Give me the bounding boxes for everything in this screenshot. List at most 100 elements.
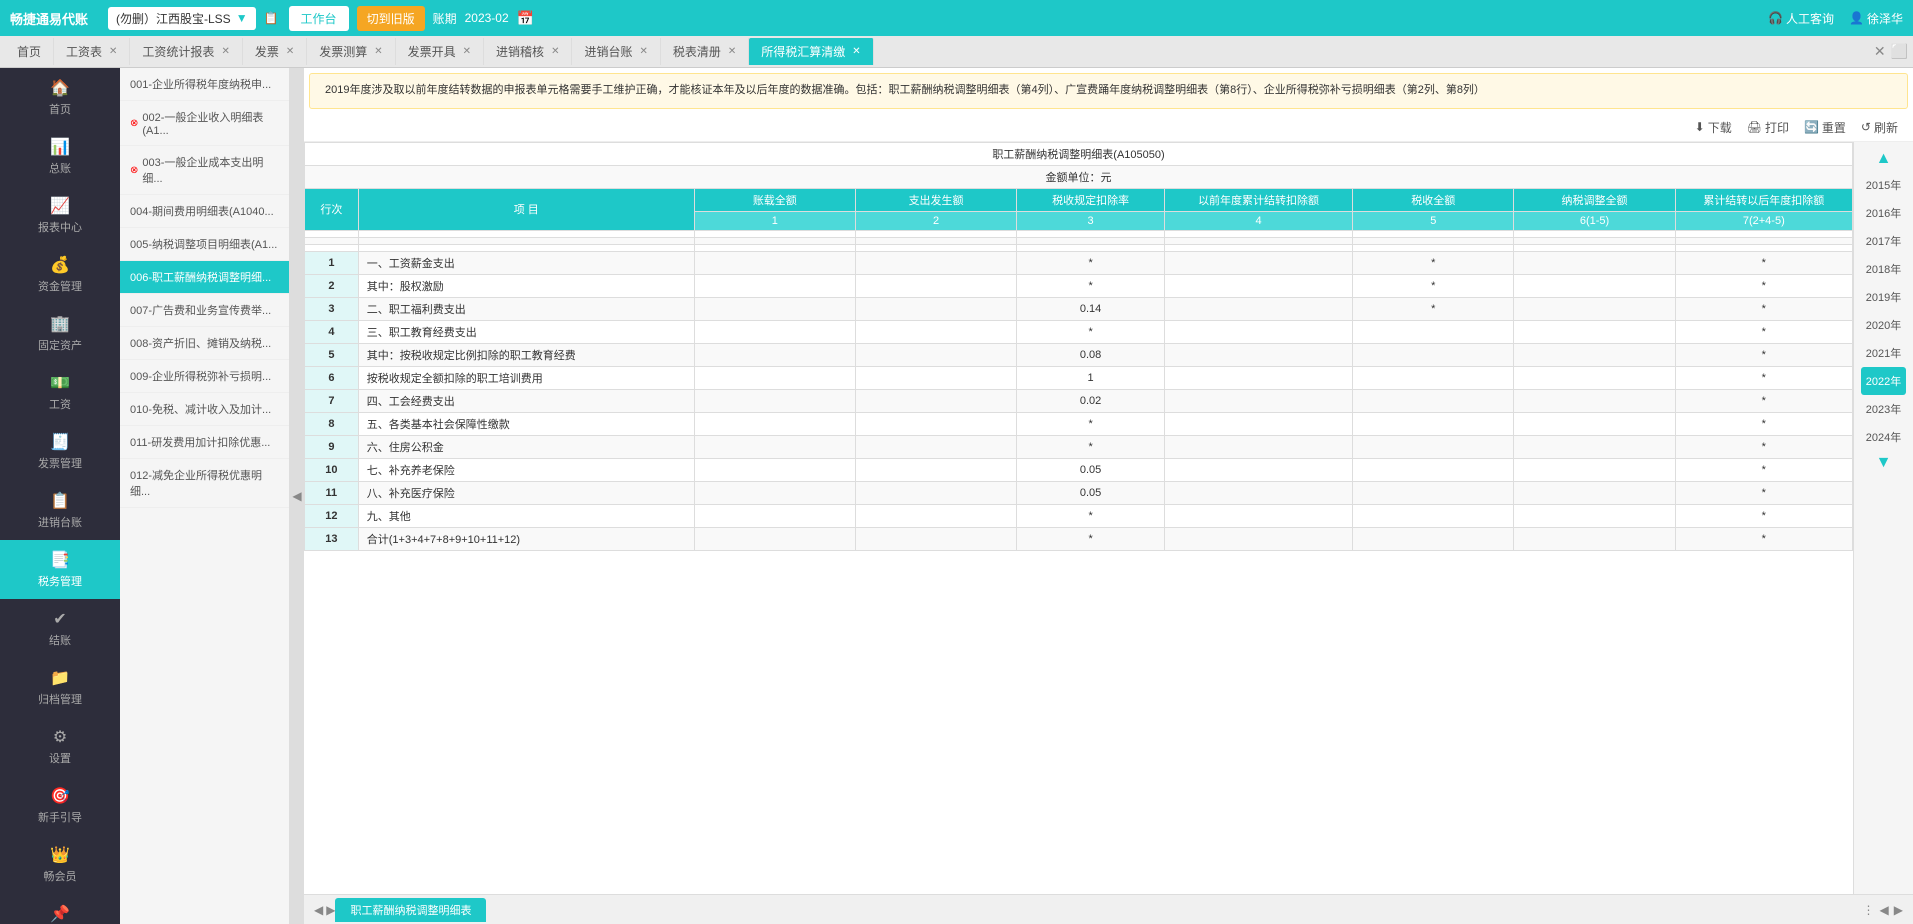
sidebar-item-报表中心[interactable]: 📈报表中心: [0, 186, 120, 245]
cell-g-6[interactable]: [1353, 320, 1514, 343]
sub-sidebar-item-4[interactable]: 005-纳税调整项目明细表(A1...: [120, 228, 289, 261]
cell-c-4[interactable]: [694, 274, 855, 297]
cell-g-2[interactable]: [1353, 244, 1514, 251]
more-tabs-icon[interactable]: ⋮: [1863, 903, 1875, 917]
nav-tab-close-7[interactable]: ✕: [639, 46, 647, 57]
cell-i-10[interactable]: *: [1675, 412, 1852, 435]
cell-h-8[interactable]: [1514, 366, 1675, 389]
cell-i-12[interactable]: *: [1675, 458, 1852, 481]
cell-h-14[interactable]: [1514, 504, 1675, 527]
nav-tab-6[interactable]: 进销稽核✕: [484, 38, 572, 65]
nav-tab-9[interactable]: 所得税汇算清缴✕: [749, 38, 873, 65]
cell-i-5[interactable]: *: [1675, 297, 1852, 320]
nav-tab-close-8[interactable]: ✕: [728, 46, 736, 57]
cell-f-14[interactable]: [1165, 504, 1353, 527]
sidebar-item-固定资产[interactable]: 🏢固定资产: [0, 304, 120, 363]
cell-f-4[interactable]: [1165, 274, 1353, 297]
year-item-0[interactable]: 2015年: [1861, 171, 1906, 199]
cell-c-9[interactable]: [694, 389, 855, 412]
cell-d-14[interactable]: [855, 504, 1016, 527]
cell-e-9[interactable]: 0.02: [1017, 389, 1165, 412]
cell-e-6[interactable]: *: [1017, 320, 1165, 343]
cell-i-8[interactable]: *: [1675, 366, 1852, 389]
nav-tab-3[interactable]: 发票✕: [243, 38, 307, 65]
year-down-arrow[interactable]: ▼: [1873, 451, 1895, 475]
nav-tab-5[interactable]: 发票开具✕: [396, 38, 484, 65]
tab-scroll-right-icon[interactable]: ▶: [1894, 903, 1903, 917]
sidebar-item-unpin[interactable]: 📌 取消固定: [0, 894, 120, 924]
cell-e-13[interactable]: 0.05: [1017, 481, 1165, 504]
sub-sidebar-item-9[interactable]: 010-免税、减计收入及加计...: [120, 393, 289, 426]
cell-h-0[interactable]: [1514, 230, 1675, 237]
sidebar-item-归档管理[interactable]: 📁归档管理: [0, 658, 120, 717]
sidebar-item-发票管理[interactable]: 🧾发票管理: [0, 422, 120, 481]
cell-h-9[interactable]: [1514, 389, 1675, 412]
cell-f-1[interactable]: [1165, 237, 1353, 244]
year-up-arrow[interactable]: ▲: [1873, 147, 1895, 171]
cell-c-8[interactable]: [694, 366, 855, 389]
cell-h-10[interactable]: [1514, 412, 1675, 435]
cell-i-15[interactable]: *: [1675, 527, 1852, 550]
nav-tab-8[interactable]: 税表清册✕: [661, 38, 749, 65]
sidebar-item-税务管理[interactable]: 📑税务管理: [0, 540, 120, 599]
cell-g-0[interactable]: [1353, 230, 1514, 237]
cell-c-5[interactable]: [694, 297, 855, 320]
cell-h-5[interactable]: [1514, 297, 1675, 320]
cell-i-7[interactable]: *: [1675, 343, 1852, 366]
year-item-5[interactable]: 2020年: [1861, 311, 1906, 339]
cell-h-13[interactable]: [1514, 481, 1675, 504]
cell-d-9[interactable]: [855, 389, 1016, 412]
cell-f-0[interactable]: [1165, 230, 1353, 237]
refresh-button[interactable]: ↺ 刷新: [1861, 119, 1898, 136]
cell-e-2[interactable]: [1017, 244, 1165, 251]
cell-d-3[interactable]: [855, 251, 1016, 274]
sub-sidebar-item-6[interactable]: 007-广告费和业务宣传费举...: [120, 294, 289, 327]
cell-h-2[interactable]: [1514, 244, 1675, 251]
cell-h-15[interactable]: [1514, 527, 1675, 550]
cell-c-12[interactable]: [694, 458, 855, 481]
cell-h-6[interactable]: [1514, 320, 1675, 343]
cell-d-15[interactable]: [855, 527, 1016, 550]
cell-g-5[interactable]: *: [1353, 297, 1514, 320]
cell-e-7[interactable]: 0.08: [1017, 343, 1165, 366]
cell-f-10[interactable]: [1165, 412, 1353, 435]
cell-e-1[interactable]: [1017, 237, 1165, 244]
cell-i-13[interactable]: *: [1675, 481, 1852, 504]
cell-d-4[interactable]: [855, 274, 1016, 297]
sub-sidebar-item-0[interactable]: 001-企业所得税年度纳税申...: [120, 68, 289, 101]
cell-d-5[interactable]: [855, 297, 1016, 320]
cell-c-6[interactable]: [694, 320, 855, 343]
cell-f-2[interactable]: [1165, 244, 1353, 251]
service-button[interactable]: 🎧 人工客询: [1768, 10, 1834, 27]
cell-g-3[interactable]: *: [1353, 251, 1514, 274]
cell-c-3[interactable]: [694, 251, 855, 274]
cell-c-1[interactable]: [694, 237, 855, 244]
sidebar-item-畅会员[interactable]: 👑畅会员: [0, 835, 120, 894]
sidebar-item-资金管理[interactable]: 💰资金管理: [0, 245, 120, 304]
cell-g-1[interactable]: [1353, 237, 1514, 244]
cell-g-11[interactable]: [1353, 435, 1514, 458]
cell-i-1[interactable]: [1675, 237, 1852, 244]
cell-g-8[interactable]: [1353, 366, 1514, 389]
cell-d-7[interactable]: [855, 343, 1016, 366]
scroll-right-button[interactable]: ▶: [326, 903, 335, 917]
cell-e-0[interactable]: [1017, 230, 1165, 237]
sub-sidebar-item-2[interactable]: ⊗003-一般企业成本支出明细...: [120, 146, 289, 195]
cell-c-13[interactable]: [694, 481, 855, 504]
sidebar-item-工资[interactable]: 💵工资: [0, 363, 120, 422]
cell-e-11[interactable]: *: [1017, 435, 1165, 458]
cell-h-12[interactable]: [1514, 458, 1675, 481]
cell-d-11[interactable]: [855, 435, 1016, 458]
cell-d-12[interactable]: [855, 458, 1016, 481]
cell-e-8[interactable]: 1: [1017, 366, 1165, 389]
cell-f-7[interactable]: [1165, 343, 1353, 366]
tab-scroll-left-icon[interactable]: ◀: [1880, 903, 1889, 917]
cell-g-14[interactable]: [1353, 504, 1514, 527]
cell-e-14[interactable]: *: [1017, 504, 1165, 527]
nav-tab-0[interactable]: 首页: [5, 38, 54, 65]
year-item-4[interactable]: 2019年: [1861, 283, 1906, 311]
cell-f-3[interactable]: [1165, 251, 1353, 274]
cell-d-0[interactable]: [855, 230, 1016, 237]
cell-c-15[interactable]: [694, 527, 855, 550]
cell-i-4[interactable]: *: [1675, 274, 1852, 297]
